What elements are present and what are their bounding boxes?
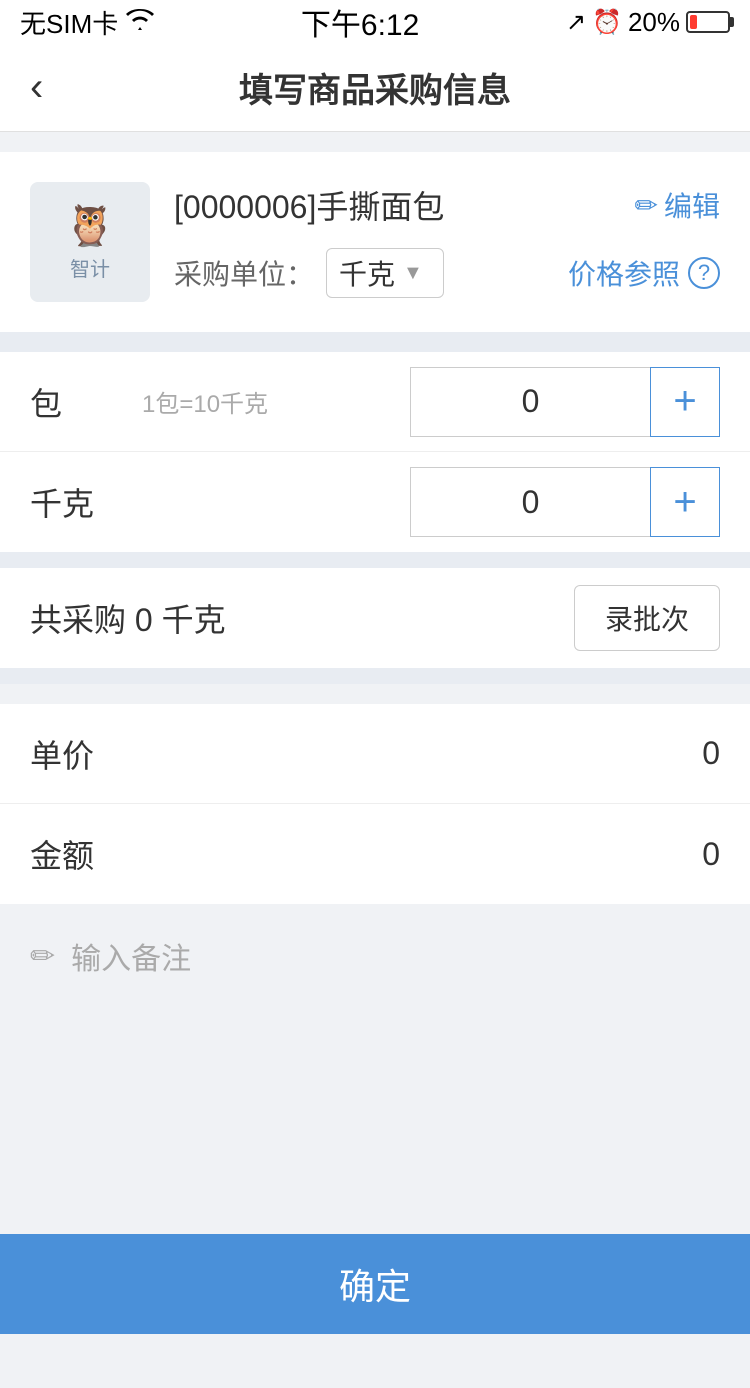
- status-bar-time: 下午6:12: [301, 0, 419, 44]
- product-name-row: [0000006]手撕面包 ✏ 编辑: [174, 182, 720, 228]
- product-full-name: [0000006]手撕面包: [174, 182, 444, 228]
- bag-input-row: 包 1包=10千克 +: [0, 352, 750, 452]
- edit-button[interactable]: ✏ 编辑: [635, 185, 720, 225]
- product-logo-icon: 🦉: [65, 202, 115, 249]
- note-section[interactable]: ✏ 输入备注: [0, 904, 750, 1008]
- bag-sublabel: 1包=10千克: [142, 384, 268, 419]
- edit-icon: ✏: [635, 189, 658, 222]
- record-batch-button[interactable]: 录批次: [574, 585, 720, 651]
- confirm-button[interactable]: 确定: [0, 1234, 750, 1334]
- kg-input-control: +: [410, 467, 720, 537]
- battery-percent: 20%: [628, 7, 680, 38]
- help-icon: ?: [688, 257, 720, 289]
- kg-plus-button[interactable]: +: [650, 467, 720, 537]
- wifi-icon: [126, 7, 154, 38]
- note-placeholder: 输入备注: [71, 934, 191, 978]
- nav-bar: ‹ 填写商品采购信息: [0, 44, 750, 132]
- total-label: 共采购: [30, 602, 126, 638]
- product-info: [0000006]手撕面包 ✏ 编辑 采购单位： 千克 ▼ 价格参照 ?: [174, 182, 720, 298]
- price-row: 单价 0: [0, 704, 750, 804]
- bag-input-control: +: [410, 367, 720, 437]
- page-title: 填写商品采购信息: [239, 63, 511, 112]
- bag-input[interactable]: [410, 367, 650, 437]
- unit-left: 采购单位： 千克 ▼: [174, 248, 444, 298]
- status-bar-right: ↗ ⏰ 20%: [566, 7, 730, 38]
- product-logo-text: 智计: [70, 253, 110, 282]
- section-divider-3: [0, 668, 750, 684]
- price-label: 单价: [30, 731, 94, 777]
- kg-input[interactable]: [410, 467, 650, 537]
- total-section: 共采购 0 千克 录批次: [0, 552, 750, 684]
- amount-label: 金额: [30, 831, 94, 877]
- price-value: 0: [702, 735, 720, 772]
- product-card: 🦉 智计 [0000006]手撕面包 ✏ 编辑 采购单位： 千克 ▼ 价格参照 …: [0, 152, 750, 332]
- location-icon: ↗: [566, 8, 586, 37]
- section-divider-1: [0, 332, 750, 352]
- detail-section: 单价 0 金额 0: [0, 704, 750, 904]
- bag-label: 包: [30, 379, 130, 425]
- edit-label: 编辑: [664, 185, 720, 225]
- section-divider-2: [0, 552, 750, 568]
- total-text: 共采购 0 千克: [30, 595, 226, 641]
- bag-plus-button[interactable]: +: [650, 367, 720, 437]
- amount-row: 金额 0: [0, 804, 750, 904]
- back-button[interactable]: ‹: [30, 65, 43, 110]
- dropdown-arrow-icon: ▼: [403, 262, 423, 285]
- kg-input-row: 千克 +: [0, 452, 750, 552]
- price-reference-button[interactable]: 价格参照 ?: [568, 253, 720, 293]
- pencil-icon: ✏: [30, 939, 55, 974]
- unit-value: 千克: [339, 253, 395, 293]
- product-unit-row: 采购单位： 千克 ▼ 价格参照 ?: [174, 248, 720, 298]
- unit-label: 采购单位：: [174, 253, 314, 293]
- status-bar: 无SIM卡 下午6:12 ↗ ⏰ 20%: [0, 0, 750, 44]
- total-unit: 千克: [162, 602, 226, 638]
- kg-label: 千克: [30, 479, 130, 525]
- battery-icon: [686, 11, 730, 33]
- total-row: 共采购 0 千克 录批次: [0, 568, 750, 668]
- total-value: 0: [135, 602, 162, 638]
- amount-value: 0: [702, 836, 720, 873]
- alarm-icon: ⏰: [592, 8, 622, 37]
- input-section: 包 1包=10千克 + 千克 +: [0, 352, 750, 552]
- product-image: 🦉 智计: [30, 182, 150, 302]
- carrier-text: 无SIM卡: [20, 4, 118, 41]
- status-bar-left: 无SIM卡: [20, 4, 154, 41]
- price-ref-label: 价格参照: [568, 253, 680, 293]
- unit-selector[interactable]: 千克 ▼: [326, 248, 444, 298]
